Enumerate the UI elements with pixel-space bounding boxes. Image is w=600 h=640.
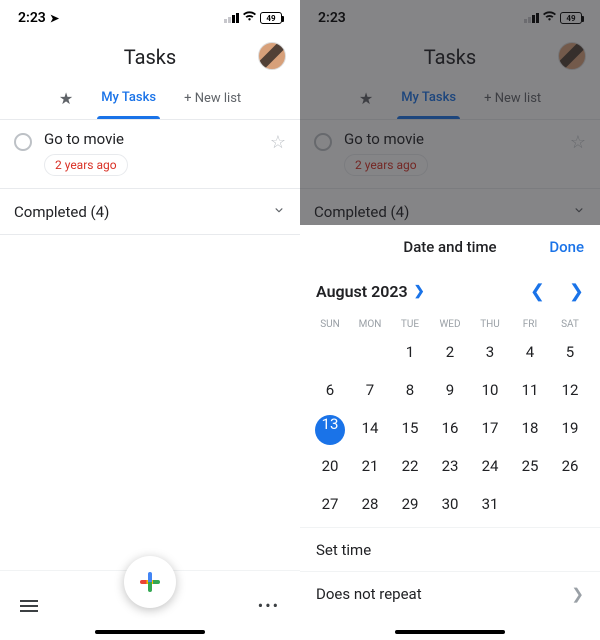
tasks-app-date-picker: 2:23 49 Tasks ★ My Tasks + New list Go t… [300, 0, 600, 640]
calendar-day[interactable]: 19 [550, 415, 590, 441]
calendar-day[interactable]: 25 [510, 453, 550, 479]
calendar-day[interactable]: 29 [390, 491, 430, 517]
done-button[interactable]: Done [549, 238, 584, 256]
set-time-row[interactable]: Set time [300, 527, 600, 571]
completed-section[interactable]: Completed (4) [0, 189, 300, 235]
calendar-day[interactable]: 28 [350, 491, 390, 517]
next-month-button[interactable]: ❯ [569, 281, 584, 302]
calendar-day[interactable]: 6 [310, 377, 350, 403]
calendar-day[interactable]: 10 [470, 377, 510, 403]
calendar-day[interactable]: 13 [310, 415, 350, 441]
wifi-icon [242, 11, 257, 26]
dow-label: THU [470, 319, 510, 330]
repeat-row[interactable]: Does not repeat ❯ [300, 571, 600, 615]
dow-label: WED [430, 319, 470, 330]
day-of-week-header: SUNMONTUEWEDTHUFRISAT [300, 313, 600, 335]
calendar-day[interactable]: 5 [550, 339, 590, 365]
calendar-day[interactable]: 4 [510, 339, 550, 365]
page-title: Tasks [124, 45, 177, 69]
calendar-day[interactable]: 2 [430, 339, 470, 365]
calendar-day[interactable]: 9 [430, 377, 470, 403]
task-row[interactable]: Go to movie 2 years ago ☆ [0, 120, 300, 189]
task-body[interactable]: Go to movie 2 years ago [44, 130, 258, 176]
calendar-day[interactable]: 11 [510, 377, 550, 403]
dow-label: MON [350, 319, 390, 330]
plus-icon [140, 572, 160, 592]
calendar-day[interactable]: 16 [430, 415, 470, 441]
status-bar: 2:23 ➤ 49 [0, 0, 300, 36]
home-indicator [95, 630, 205, 634]
calendar-day[interactable]: 31 [470, 491, 510, 517]
tab-my-tasks[interactable]: My Tasks [101, 90, 156, 107]
calendar-day[interactable]: 18 [510, 415, 550, 441]
task-title: Go to movie [44, 130, 258, 148]
calendar-day[interactable]: 1 [390, 339, 430, 365]
calendar-day[interactable]: 22 [390, 453, 430, 479]
completed-label: Completed (4) [14, 203, 109, 221]
task-complete-checkbox[interactable] [14, 133, 32, 151]
avatar[interactable] [258, 42, 286, 70]
battery-icon: 49 [260, 12, 282, 24]
app-header: Tasks [0, 36, 300, 78]
status-time: 2:23 [18, 10, 46, 26]
task-date-chip[interactable]: 2 years ago [44, 154, 128, 176]
prev-month-button[interactable]: ❮ [530, 281, 545, 302]
tab-new-list[interactable]: + New list [184, 91, 241, 106]
calendar-day[interactable]: 27 [310, 491, 350, 517]
calendar-day[interactable]: 8 [390, 377, 430, 403]
calendar-grid: 1234567891011121314151617181920212223242… [300, 339, 600, 517]
month-selector-row: August 2023 ❯ ❮ ❯ [300, 269, 600, 313]
calendar-day[interactable]: 3 [470, 339, 510, 365]
add-task-fab[interactable] [124, 556, 176, 608]
date-time-sheet: Date and time Done August 2023 ❯ ❮ ❯ SUN… [300, 225, 600, 640]
dow-label: FRI [510, 319, 550, 330]
sheet-header: Date and time Done [300, 225, 600, 269]
dow-label: SUN [310, 319, 350, 330]
dow-label: TUE [390, 319, 430, 330]
calendar-day[interactable]: 7 [350, 377, 390, 403]
dow-label: SAT [550, 319, 590, 330]
calendar-day[interactable]: 30 [430, 491, 470, 517]
sheet-title: Date and time [403, 238, 496, 256]
calendar-day[interactable]: 17 [470, 415, 510, 441]
chevron-down-icon [272, 203, 286, 221]
cellular-icon [224, 13, 239, 23]
location-icon: ➤ [50, 12, 59, 25]
more-icon[interactable]: ••• [258, 596, 280, 615]
calendar-day[interactable]: 12 [550, 377, 590, 403]
tasks-app-main: 2:23 ➤ 49 Tasks ★ My Tasks + New list G [0, 0, 300, 640]
chevron-right-icon: ❯ [571, 585, 584, 603]
calendar-day[interactable]: 20 [310, 453, 350, 479]
calendar-day[interactable]: 23 [430, 453, 470, 479]
tabs-row: ★ My Tasks + New list [0, 78, 300, 120]
tab-starred-icon[interactable]: ★ [59, 89, 73, 108]
chevron-right-icon: ❯ [414, 284, 425, 299]
calendar-day[interactable]: 14 [350, 415, 390, 441]
home-indicator [395, 630, 505, 634]
calendar-day[interactable]: 21 [350, 453, 390, 479]
task-star-icon[interactable]: ☆ [270, 132, 286, 153]
calendar-day[interactable]: 15 [390, 415, 430, 441]
month-label[interactable]: August 2023 ❯ [316, 282, 425, 301]
calendar-day[interactable]: 24 [470, 453, 510, 479]
calendar-day[interactable]: 26 [550, 453, 590, 479]
menu-icon[interactable] [20, 600, 38, 612]
